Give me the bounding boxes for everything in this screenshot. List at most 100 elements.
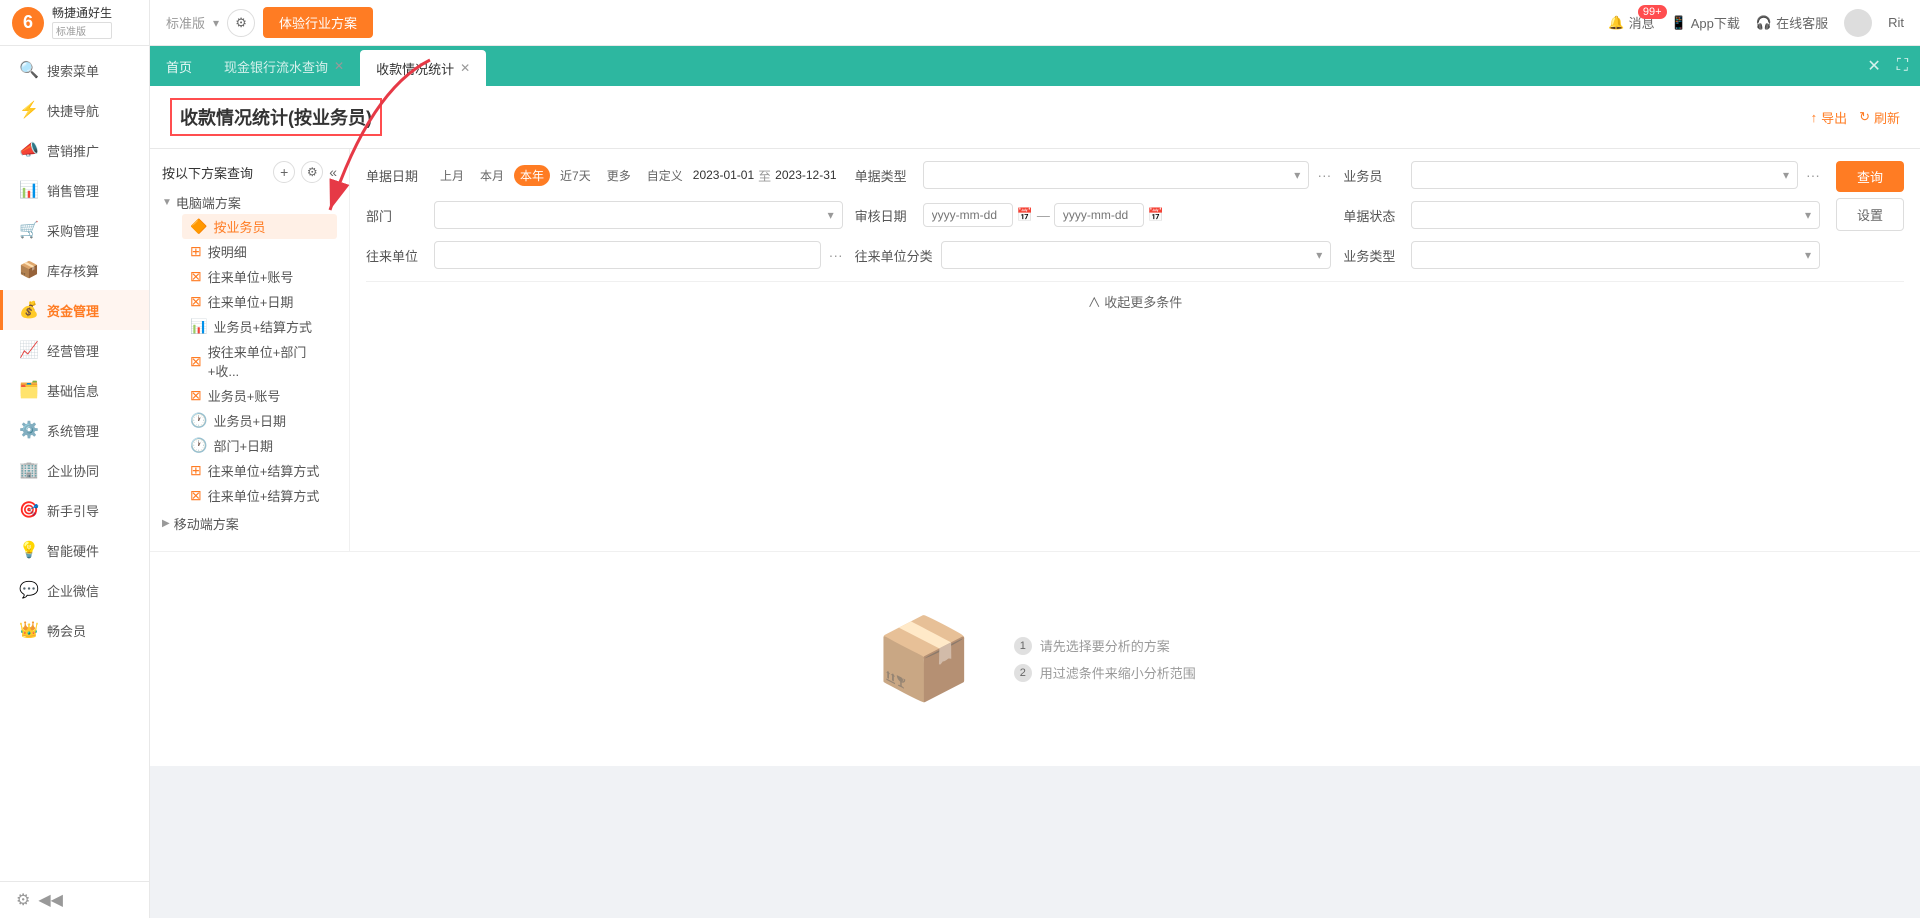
audit-date-to-input[interactable] (1054, 203, 1144, 227)
sidebar-item-smart-hw[interactable]: 💡 智能硬件 (0, 530, 149, 570)
gear-button[interactable]: ⚙ (227, 9, 255, 37)
tab-collection-label: 收款情况统计 (376, 59, 454, 78)
tree-item-partner-settlement2[interactable]: ⊠ 往来单位+结算方式 (182, 483, 337, 508)
tree-item-partner-account[interactable]: ⊠ 往来单位+账号 (182, 264, 337, 289)
date-tab-more[interactable]: 更多 (601, 165, 637, 186)
sidebar-label-marketing: 营销推广 (47, 141, 99, 160)
audit-date-calendar-icon1[interactable]: 📅 (1017, 207, 1033, 223)
tree-mobile-group-label: 移动端方案 (174, 514, 239, 533)
tab-collection-close[interactable]: ✕ (460, 61, 470, 75)
sidebar-item-search[interactable]: 🔍 搜索菜单 (0, 50, 149, 90)
sidebar-item-enterprise[interactable]: 🏢 企业协同 (0, 450, 149, 490)
empty-illustration: 📦 (874, 612, 974, 706)
date-tab-this-month[interactable]: 本月 (474, 165, 510, 186)
voucher-type-label: 单据类型 (855, 166, 915, 185)
tab-close-all-icon[interactable]: ✕ (1863, 52, 1884, 80)
salesperson-more-icon[interactable]: ··· (1806, 167, 1820, 183)
sidebar-icon-inventory: 📦 (19, 260, 39, 280)
tree-item-partner-date[interactable]: ⊠ 往来单位+日期 (182, 289, 337, 314)
sidebar-item-system[interactable]: ⚙️ 系统管理 (0, 410, 149, 450)
refresh-button[interactable]: ↻ 刷新 (1859, 108, 1900, 127)
empty-step-2: 2 用过滤条件来缩小分析范围 (1014, 663, 1196, 682)
partner-field: 往来单位 ··· (366, 241, 843, 269)
date-tab-this-year[interactable]: 本年 (514, 165, 550, 186)
top-bar-left: 标准版 ▾ ⚙ 体验行业方案 (166, 7, 1600, 38)
query-button[interactable]: 查询 (1836, 161, 1904, 192)
sidebar-item-operation[interactable]: 📈 经营管理 (0, 330, 149, 370)
bell-icon: 🔔 (1608, 15, 1624, 31)
tree-item-salesperson-settlement[interactable]: 📊 业务员+结算方式 (182, 314, 337, 339)
sidebar-item-sales[interactable]: 📊 销售管理 (0, 170, 149, 210)
tab-maximize-icon[interactable]: ⛶ (1893, 53, 1912, 79)
dept-select[interactable]: ▾ (434, 201, 843, 229)
partner-select[interactable] (434, 241, 821, 269)
export-button[interactable]: ↑ 导出 (1811, 108, 1848, 127)
trial-button[interactable]: 体验行业方案 (263, 7, 373, 38)
scheme-settings-button[interactable]: ⚙ (301, 161, 323, 183)
scheme-add-button[interactable]: + (273, 161, 295, 183)
tree-item-salesperson-date[interactable]: 🕐 业务员+日期 (182, 408, 337, 433)
sidebar-item-member[interactable]: 👑 畅会员 (0, 610, 149, 650)
sidebar-icon-newbie: 🎯 (19, 500, 39, 520)
sidebar-item-inventory[interactable]: 📦 库存核算 (0, 250, 149, 290)
tree-item-by-detail[interactable]: ⊞ 按明细 (182, 239, 337, 264)
partner-more-icon[interactable]: ··· (829, 247, 843, 263)
sidebar-item-newbie[interactable]: 🎯 新手引导 (0, 490, 149, 530)
sidebar-icon-system: ⚙️ (19, 420, 39, 440)
salesperson-account-icon: ⊠ (190, 387, 202, 404)
tab-bank-flow-close[interactable]: ✕ (334, 59, 344, 73)
sidebar-item-purchase[interactable]: 🛒 采购管理 (0, 210, 149, 250)
voucher-type-select[interactable]: ▾ (923, 161, 1310, 189)
audit-date-from-input[interactable] (923, 203, 1013, 227)
sidebar-icon-basic: 🗂️ (19, 380, 39, 400)
sidebar-item-finance[interactable]: 💰 资金管理 (0, 290, 149, 330)
online-service-label: 在线客服 (1776, 13, 1828, 32)
sidebar-item-basic[interactable]: 🗂️ 基础信息 (0, 370, 149, 410)
scheme-collapse-button[interactable]: « (329, 164, 337, 180)
date-tab-custom[interactable]: 自定义 (641, 165, 689, 186)
empty-step-1: 1 请先选择要分析的方案 (1014, 636, 1196, 655)
voucher-status-field: 单据状态 ▾ (1343, 201, 1820, 229)
salesperson-select[interactable]: ▾ (1411, 161, 1798, 189)
tree-item-partner-settlement1[interactable]: ⊞ 往来单位+结算方式 (182, 458, 337, 483)
date-tab-7days[interactable]: 近7天 (554, 165, 597, 186)
tree-mobile-group-header[interactable]: ▶ 移动端方案 (162, 512, 337, 535)
partner-settlement1-icon: ⊞ (190, 462, 202, 479)
tree-pc-group-header[interactable]: ▼ 电脑端方案 (162, 191, 337, 214)
tree-item-dept-date[interactable]: 🕐 部门+日期 (182, 433, 337, 458)
tab-bank-flow[interactable]: 现金银行流水查询 ✕ (208, 46, 360, 86)
audit-date-calendar-icon2[interactable]: 📅 (1148, 207, 1164, 223)
tree-item-by-salesperson[interactable]: 🔶 按业务员 (182, 214, 337, 239)
business-type-select[interactable]: ▾ (1411, 241, 1820, 269)
voucher-type-more-icon[interactable]: ··· (1317, 167, 1331, 183)
sidebar-bottom: ⚙ ◀◀ (0, 881, 149, 918)
online-service-button[interactable]: 🎧 在线客服 (1756, 13, 1828, 32)
tree-item-salesperson-account-label: 业务员+账号 (208, 386, 281, 405)
settings-bottom-icon[interactable]: ⚙ (16, 890, 30, 910)
action-buttons: 查询 设置 (1836, 161, 1904, 281)
tab-home[interactable]: 首页 (150, 46, 208, 86)
breadcrumb-chevron-icon[interactable]: ▾ (213, 16, 219, 30)
sidebar-item-quick-nav[interactable]: ⚡ 快捷导航 (0, 90, 149, 130)
app-download-button[interactable]: 📱 App下载 (1671, 13, 1740, 32)
collapse-bottom-icon[interactable]: ◀◀ (38, 890, 63, 910)
sidebar-item-wechat[interactable]: 💬 企业微信 (0, 570, 149, 610)
setup-button[interactable]: 设置 (1836, 198, 1904, 231)
messages-button[interactable]: 🔔 消息 99+ (1608, 13, 1654, 32)
avatar[interactable] (1844, 9, 1872, 37)
partner-category-select[interactable]: ▾ (941, 241, 1332, 269)
export-label: 导出 (1821, 108, 1847, 127)
collapse-bar[interactable]: ∧ 收起更多条件 (366, 281, 1904, 321)
sidebar-label-smart-hw: 智能硬件 (47, 541, 99, 560)
tree-item-salesperson-account[interactable]: ⊠ 业务员+账号 (182, 383, 337, 408)
tree-item-partner-dept[interactable]: ⊠ 按往来单位+部门+收... (182, 339, 337, 383)
step-1-num: 1 (1014, 637, 1032, 655)
tree-item-salesperson-label: 按业务员 (213, 217, 265, 236)
sidebar-icon-member: 👑 (19, 620, 39, 640)
date-tab-last-month[interactable]: 上月 (434, 165, 470, 186)
voucher-status-select[interactable]: ▾ (1411, 201, 1820, 229)
sidebar-item-marketing[interactable]: 📣 营销推广 (0, 130, 149, 170)
tab-collection[interactable]: 收款情况统计 ✕ (360, 50, 486, 86)
dept-arrow-icon: ▾ (828, 208, 834, 222)
tree-item-partner-settlement1-label: 往来单位+结算方式 (208, 461, 320, 480)
